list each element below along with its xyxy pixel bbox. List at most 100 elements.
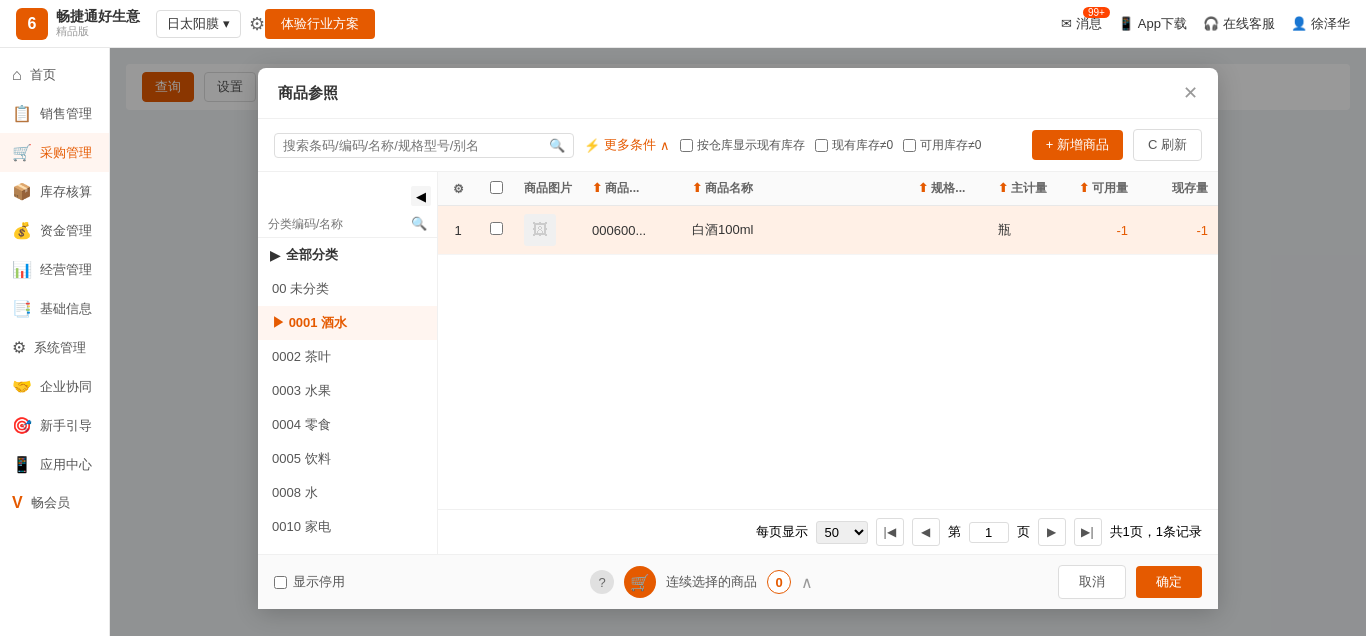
col-header-img: 商品图片	[514, 172, 582, 206]
nonzero-label: 现有库存≠0	[832, 137, 893, 154]
next-page-btn[interactable]: ▶	[1038, 518, 1066, 546]
category-all[interactable]: ▶ 全部分类	[258, 238, 437, 272]
messages-btn[interactable]: ✉ 消息 99+	[1061, 15, 1102, 33]
show-disabled-text: 显示停用	[293, 573, 345, 591]
all-category-label: 全部分类	[286, 246, 338, 264]
modal-close-btn[interactable]: ✕	[1183, 82, 1198, 104]
avail-nonzero-label: 可用库存≠0	[920, 137, 981, 154]
sidebar-item-apps[interactable]: 📱 应用中心	[0, 445, 109, 484]
avail-nonzero-filter[interactable]: 可用库存≠0	[903, 137, 981, 154]
nonzero-filter[interactable]: 现有库存≠0	[815, 137, 893, 154]
cat-item-unclassified[interactable]: 00 未分类	[258, 272, 437, 306]
show-stock-filter[interactable]: 按仓库显示现有库存	[680, 137, 805, 154]
inventory-icon: 📦	[12, 182, 32, 201]
cat-item-appliance[interactable]: 0010 家电	[258, 510, 437, 544]
show-stock-checkbox[interactable]	[680, 139, 693, 152]
last-page-btn[interactable]: ▶|	[1074, 518, 1102, 546]
sidebar-item-inventory[interactable]: 📦 库存核算	[0, 172, 109, 211]
sidebar-item-system[interactable]: ⚙ 系统管理	[0, 328, 109, 367]
nonzero-checkbox[interactable]	[815, 139, 828, 152]
cat-item-liquor[interactable]: ▶ 0001 酒水	[258, 306, 437, 340]
row-img: 🖼	[514, 206, 582, 255]
search-input[interactable]	[283, 138, 543, 153]
sidebar-item-basic-info[interactable]: 📑 基础信息	[0, 289, 109, 328]
cancel-btn[interactable]: 取消	[1058, 565, 1126, 599]
sidebar-label-operation: 经营管理	[40, 261, 92, 279]
col-header-spec[interactable]: ⬆ 规格...	[908, 172, 988, 206]
sidebar-label-finance: 资金管理	[40, 222, 92, 240]
category-collapse-btn[interactable]: ◀	[411, 186, 431, 206]
filter-icon: ⚡	[584, 138, 600, 153]
filter-more-btn[interactable]: ⚡ 更多条件 ∧	[584, 136, 670, 154]
search-icon[interactable]: 🔍	[549, 138, 565, 153]
system-icon: ⚙	[12, 338, 26, 357]
sidebar-item-purchase[interactable]: 🛒 采购管理	[0, 133, 109, 172]
cat-item-beverage[interactable]: 0005 饮料	[258, 442, 437, 476]
col-header-unit[interactable]: ⬆ 主计量	[988, 172, 1058, 206]
operation-icon: 📊	[12, 260, 32, 279]
row-checkbox[interactable]	[490, 222, 503, 235]
sidebar-item-sales[interactable]: 📋 销售管理	[0, 94, 109, 133]
online-service-btn[interactable]: 🎧 在线客服	[1203, 15, 1275, 33]
store-name: 日太阳膜	[167, 15, 219, 33]
sidebar-item-finance[interactable]: 💰 资金管理	[0, 211, 109, 250]
modal-header: 商品参照 ✕	[258, 68, 1218, 119]
col-header-name[interactable]: ⬆ 商品名称	[682, 172, 908, 206]
select-all-checkbox[interactable]	[490, 181, 503, 194]
filter-up-arrow: ∧	[660, 138, 670, 153]
avatar-icon: 👤	[1291, 16, 1307, 31]
show-disabled-checkbox[interactable]	[274, 576, 287, 589]
collapse-footer-btn[interactable]: ∧	[801, 573, 813, 592]
help-icon[interactable]: ?	[590, 570, 614, 594]
page-input[interactable]	[969, 522, 1009, 543]
col-header-check	[478, 172, 514, 206]
table-row[interactable]: 1 🖼 000600... 白酒100ml	[438, 206, 1218, 255]
purchase-icon: 🛒	[12, 143, 32, 162]
sidebar-item-guide[interactable]: 🎯 新手引导	[0, 406, 109, 445]
user-menu[interactable]: 👤 徐泽华	[1291, 15, 1350, 33]
modal-body: ◀ 🔍 ▶ 全部分类 00 未分类 ▶ 0001 酒水	[258, 172, 1218, 554]
settings-icon-col[interactable]: ⚙	[453, 182, 464, 196]
sidebar-label-guide: 新手引导	[40, 417, 92, 435]
sidebar-item-operation[interactable]: 📊 经营管理	[0, 250, 109, 289]
cat-item-tea[interactable]: 0002 茶叶	[258, 340, 437, 374]
app-download-label: App下载	[1138, 15, 1187, 33]
nav-right: ✉ 消息 99+ 📱 App下载 🎧 在线客服 👤 徐泽华	[1061, 15, 1350, 33]
trial-btn[interactable]: 体验行业方案	[265, 9, 375, 39]
cat-item-fruit[interactable]: 0003 水果	[258, 374, 437, 408]
col-header-code[interactable]: ⬆ 商品...	[582, 172, 682, 206]
row-name: 白酒100ml	[682, 206, 908, 255]
sidebar-item-home[interactable]: ⌂ 首页	[0, 56, 109, 94]
store-selector[interactable]: 日太阳膜 ▾	[156, 10, 241, 38]
col-header-avail[interactable]: ⬆ 可用量	[1058, 172, 1138, 206]
sort-icon-avail: ⬆	[1079, 181, 1089, 195]
sidebar-item-enterprise[interactable]: 🤝 企业协同	[0, 367, 109, 406]
cart-count-badge: 0	[767, 570, 791, 594]
prev-page-btn[interactable]: ◀	[912, 518, 940, 546]
cat-item-snack[interactable]: 0004 零食	[258, 408, 437, 442]
sales-icon: 📋	[12, 104, 32, 123]
cart-icon[interactable]: 🛒	[624, 566, 656, 598]
confirm-btn[interactable]: 确定	[1136, 566, 1202, 598]
sidebar-item-member[interactable]: V 畅会员	[0, 484, 109, 522]
main-content: 查询 设置 刷新 商品参照 ✕ 🔍 ⚡ 更多条件 ∧	[110, 48, 1366, 636]
modal-footer: 显示停用 ? 🛒 连续选择的商品 0 ∧ 取消 确定	[258, 554, 1218, 609]
show-disabled-label[interactable]: 显示停用	[274, 573, 345, 591]
top-nav: 6 畅捷通好生意 精品版 日太阳膜 ▾ ⚙ 体验行业方案 ✉ 消息 99+ 📱 …	[0, 0, 1366, 48]
cat-item-water[interactable]: 0008 水	[258, 476, 437, 510]
refresh-btn[interactable]: C 刷新	[1133, 129, 1202, 161]
category-search-input[interactable]	[268, 217, 407, 231]
first-page-btn[interactable]: |◀	[876, 518, 904, 546]
page-suffix: 页	[1017, 523, 1030, 541]
avail-nonzero-checkbox[interactable]	[903, 139, 916, 152]
settings-icon[interactable]: ⚙	[249, 13, 265, 35]
category-search-icon[interactable]: 🔍	[411, 216, 427, 231]
apps-icon: 📱	[12, 455, 32, 474]
cat-liquor-label: 0001 酒水	[289, 315, 348, 330]
total-label: 共1页，1条记录	[1110, 523, 1202, 541]
app-download-btn[interactable]: 📱 App下载	[1118, 15, 1187, 33]
footer-center: ? 🛒 连续选择的商品 0 ∧	[590, 566, 813, 598]
per-page-select[interactable]: 50 20 100	[816, 521, 868, 544]
all-category-arrow: ▶	[270, 248, 280, 263]
add-product-btn[interactable]: + 新增商品	[1032, 130, 1123, 160]
